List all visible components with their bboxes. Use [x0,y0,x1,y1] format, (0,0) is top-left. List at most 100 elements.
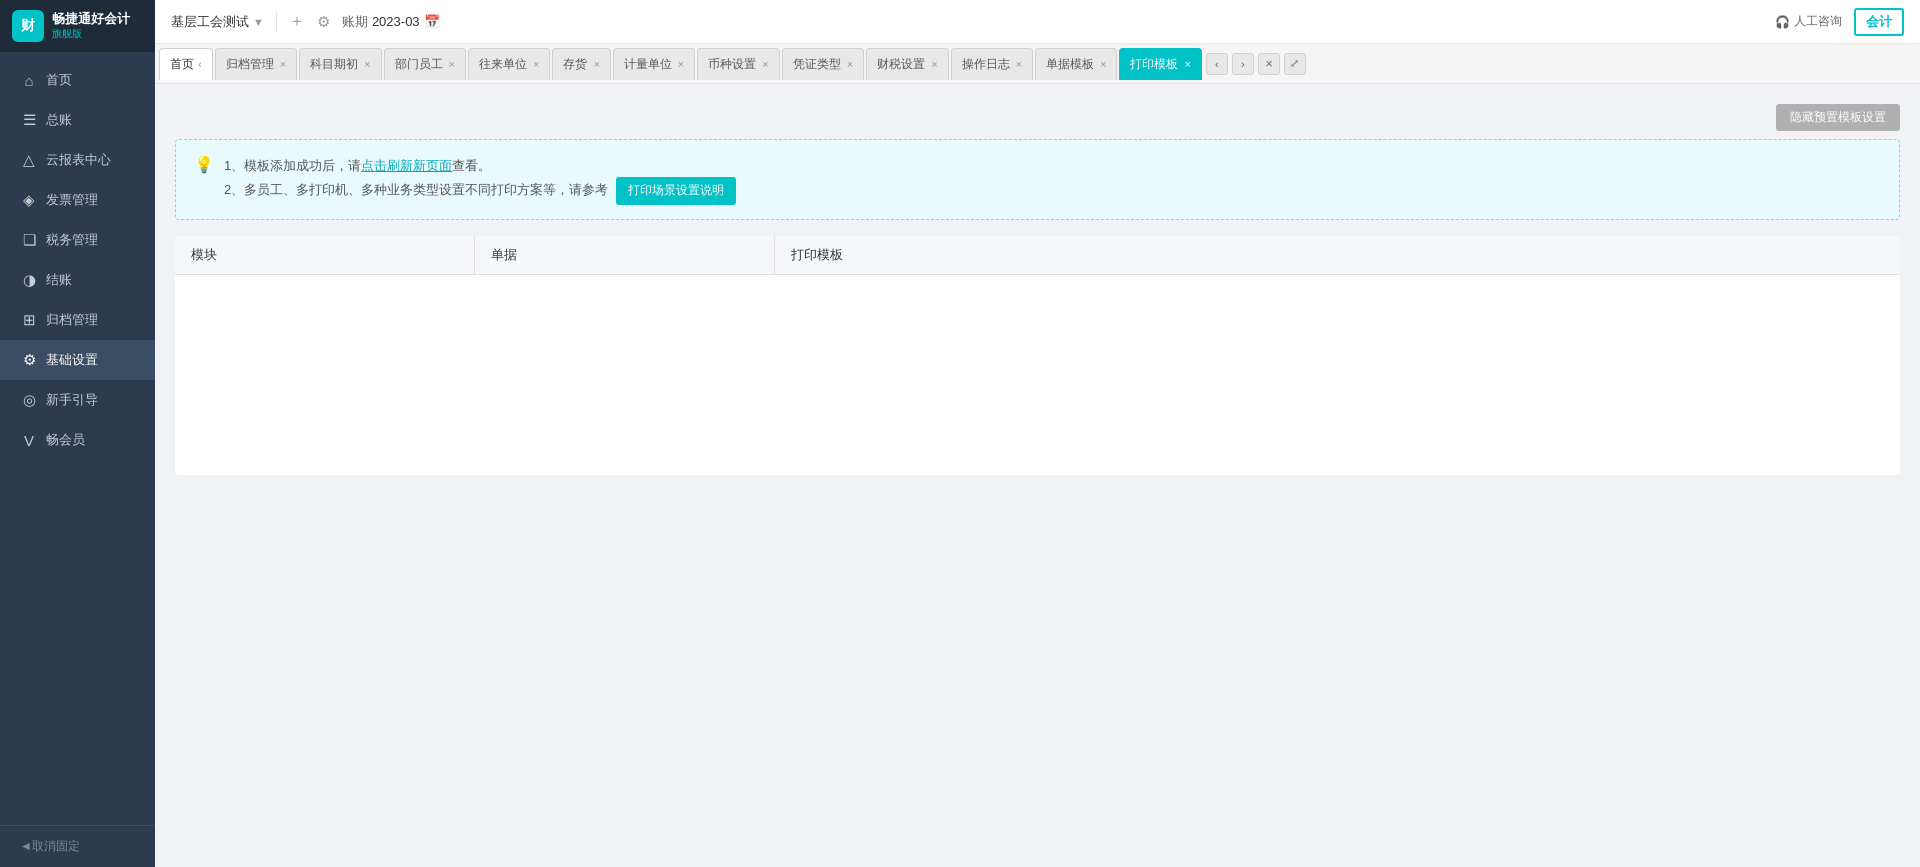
tab-subject-init-label: 科目期初 [310,56,358,73]
tab-operation-log-close[interactable]: × [1016,58,1022,70]
sidebar-icon-ledger: ☰ [20,111,38,129]
tab-home-label: 首页 [170,56,194,73]
topbar-divider-1 [276,12,277,32]
sidebar-item-ledger[interactable]: ☰ 总账 [0,100,155,140]
tab-measure-unit-close[interactable]: × [678,58,684,70]
tab-inventory[interactable]: 存货 × [552,48,610,80]
tab-currency-close[interactable]: × [762,58,768,70]
company-selector[interactable]: 基层工会测试 ▼ [171,13,264,31]
tab-measure-unit-label: 计量单位 [624,56,672,73]
notice-box: 💡 1、模板添加成功后，请点击刷新新页面查看。 2、多员工、多打印机、多种业务类… [175,139,1900,220]
app-subtitle: 旗舰版 [52,27,130,41]
app-title: 畅捷通好会计 [52,11,130,27]
tabs-next-button[interactable]: › [1232,53,1254,75]
tab-home[interactable]: 首页 ‹ [159,48,213,80]
tab-supplier-close[interactable]: × [533,58,539,70]
sidebar-label-settings: 基础设置 [46,351,98,369]
table-header-document: 单据 [475,236,775,274]
hide-preview-template-button[interactable]: 隐藏预置模板设置 [1776,104,1900,131]
period-selector[interactable]: 账期 2023-03 📅 [342,13,440,31]
sidebar-label-archive: 归档管理 [46,311,98,329]
kuaiji-button[interactable]: 会计 [1854,8,1904,36]
sidebar-icon-guide: ◎ [20,391,38,409]
sidebar-icon-closing: ◑ [20,271,38,289]
table-header-print-template: 打印模板 [775,236,1900,274]
tabs-prev-button[interactable]: ‹ [1206,53,1228,75]
support-label: 人工咨询 [1794,13,1842,30]
period-label: 账期 [342,13,368,31]
print-template-table: 模块 单据 打印模板 [175,236,1900,475]
sidebar-item-member[interactable]: V 畅会员 [0,420,155,460]
notice-content: 1、模板添加成功后，请点击刷新新页面查看。 2、多员工、多打印机、多种业务类型设… [224,154,736,205]
topbar-right: 🎧 人工咨询 会计 [1775,8,1904,36]
tab-currency-label: 币种设置 [708,56,756,73]
tab-operation-log[interactable]: 操作日志 × [951,48,1033,80]
sidebar-item-settings[interactable]: ⚙ 基础设置 [0,340,155,380]
tab-single-template-close[interactable]: × [1100,58,1106,70]
sidebar-icon-archive: ⊞ [20,311,38,329]
sidebar-icon-invoice: ◈ [20,191,38,209]
period-calendar-icon[interactable]: 📅 [424,14,440,29]
support-icon: 🎧 [1775,15,1790,29]
notice-line2: 2、多员工、多打印机、多种业务类型设置不同打印方案等，请参考 打印场景设置说明 [224,177,736,205]
tabs-close-all-button[interactable]: × [1258,53,1280,75]
notice-line1: 1、模板添加成功后，请点击刷新新页面查看。 [224,154,736,177]
tabs-expand-button[interactable]: ⤢ [1284,53,1306,75]
tab-supplier[interactable]: 往来单位 × [468,48,550,80]
add-tab-button[interactable]: ＋ [289,11,305,32]
tab-tax-settings-close[interactable]: × [931,58,937,70]
sidebar-item-home[interactable]: ⌂ 首页 [0,60,155,100]
tab-single-template-label: 单据模板 [1046,56,1094,73]
sidebar: 财 畅捷通好会计 旗舰版 ⌂ 首页 ☰ 总账 △ 云报表中心 ◈ 发票管理 ❏ … [0,0,155,867]
notice-refresh-link[interactable]: 点击刷新新页面 [361,158,452,173]
sidebar-label-invoice: 发票管理 [46,191,98,209]
settings-button[interactable]: ⚙ [317,13,330,31]
tab-voucher-type[interactable]: 凭证类型 × [782,48,864,80]
hide-preview-btn-container: 隐藏预置模板设置 [175,104,1900,131]
sidebar-label-member: 畅会员 [46,431,85,449]
table-header-module: 模块 [175,236,475,274]
sidebar-label-closing: 结账 [46,271,72,289]
sidebar-label-reports: 云报表中心 [46,151,111,169]
sidebar-label-ledger: 总账 [46,111,72,129]
tab-print-template-close[interactable]: × [1184,58,1190,70]
tab-archive-mgmt[interactable]: 归档管理 × [215,48,297,80]
tab-dept-employee-close[interactable]: × [449,58,455,70]
tab-print-template[interactable]: 打印模板 × [1119,48,1201,80]
page-content: 隐藏预置模板设置 💡 1、模板添加成功后，请点击刷新新页面查看。 2、多员工、多… [155,84,1920,867]
tab-inventory-label: 存货 [563,56,587,73]
sidebar-item-tax[interactable]: ❏ 税务管理 [0,220,155,260]
table-body [175,275,1900,475]
tab-dept-employee[interactable]: 部门员工 × [384,48,466,80]
sidebar-item-invoice[interactable]: ◈ 发票管理 [0,180,155,220]
sidebar-item-reports[interactable]: △ 云报表中心 [0,140,155,180]
sidebar-item-archive[interactable]: ⊞ 归档管理 [0,300,155,340]
notice-line1-prefix: 1、模板添加成功后，请 [224,158,361,173]
sidebar-unpin-button[interactable]: ◄取消固定 [0,825,155,867]
company-dropdown-icon: ▼ [253,16,264,28]
support-button[interactable]: 🎧 人工咨询 [1775,13,1842,30]
tab-voucher-type-label: 凭证类型 [793,56,841,73]
sidebar-icon-reports: △ [20,151,38,169]
sidebar-icon-member: V [20,432,38,449]
tab-tax-settings[interactable]: 财税设置 × [866,48,948,80]
tab-single-template[interactable]: 单据模板 × [1035,48,1117,80]
tab-inventory-close[interactable]: × [593,58,599,70]
sidebar-logo: 财 畅捷通好会计 旗舰版 [0,0,155,52]
sidebar-icon-settings: ⚙ [20,351,38,369]
tab-currency[interactable]: 币种设置 × [697,48,779,80]
sidebar-logo-text: 畅捷通好会计 旗舰版 [52,11,130,41]
tab-subject-init[interactable]: 科目期初 × [299,48,381,80]
sidebar-label-tax: 税务管理 [46,231,98,249]
tab-voucher-type-close[interactable]: × [847,58,853,70]
print-scene-button[interactable]: 打印场景设置说明 [616,177,736,205]
tab-print-template-label: 打印模板 [1130,56,1178,73]
tab-measure-unit[interactable]: 计量单位 × [613,48,695,80]
tab-subject-init-close[interactable]: × [364,58,370,70]
sidebar-item-guide[interactable]: ◎ 新手引导 [0,380,155,420]
topbar: 基层工会测试 ▼ ＋ ⚙ 账期 2023-03 📅 🎧 人工咨询 会计 [155,0,1920,44]
notice-line1-suffix: 查看。 [452,158,491,173]
sidebar-icon-tax: ❏ [20,231,38,249]
sidebar-item-closing[interactable]: ◑ 结账 [0,260,155,300]
tab-archive-mgmt-close[interactable]: × [280,58,286,70]
